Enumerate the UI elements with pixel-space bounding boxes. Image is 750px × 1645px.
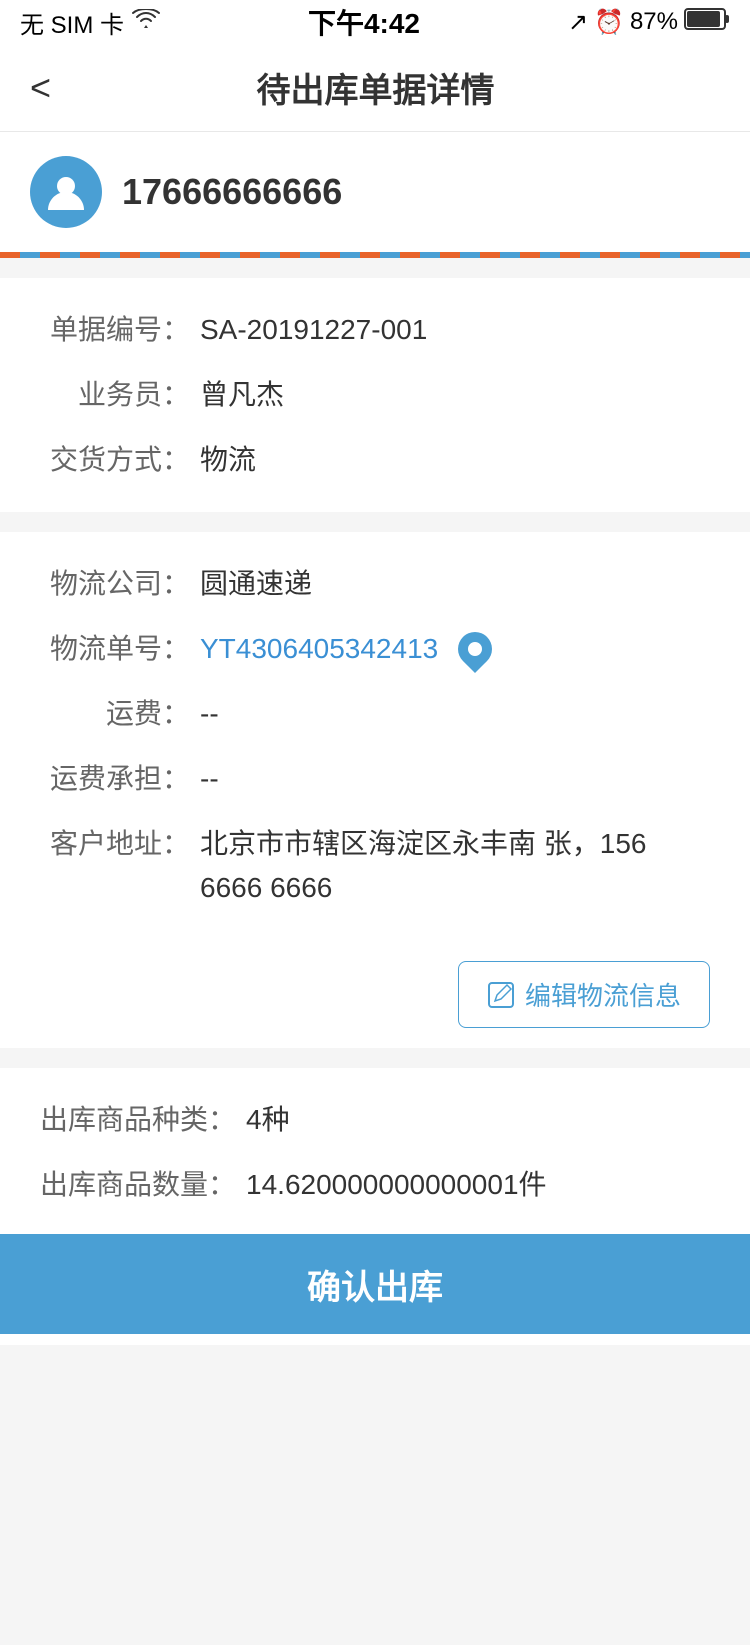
freight-label: 运费： xyxy=(40,692,200,737)
salesperson-value: 曾凡杰 xyxy=(200,373,710,418)
logistics-company-label: 物流公司： xyxy=(40,562,200,607)
logistics-company-row: 物流公司： 圆通速递 xyxy=(40,562,710,607)
status-right: ↗ ⏰ 87% xyxy=(568,8,730,37)
status-left: 无 SIM 卡 xyxy=(20,5,160,40)
address-label: 客户地址： xyxy=(40,822,200,867)
location-pin-icon[interactable] xyxy=(451,625,499,673)
customer-phone: 17666666666 xyxy=(122,171,342,213)
bottom-spacer xyxy=(0,1345,750,1545)
tracking-no-row: 物流单号： YT43064053424​13 xyxy=(40,627,710,672)
freight-value: -- xyxy=(200,692,710,737)
goods-types-label: 出库商品种类： xyxy=(40,1098,246,1143)
back-button[interactable]: < xyxy=(30,57,71,119)
freight-bear-row: 运费承担： -- xyxy=(40,757,710,802)
order-info-section: 单据编号： SA-20191227-001 业务员： 曾凡杰 交货方式： 物流 xyxy=(0,278,750,512)
order-no-value: SA-20191227-001 xyxy=(200,308,710,353)
status-time: 下午4:42 xyxy=(308,2,420,42)
edit-logistics-button[interactable]: 编辑物流信息 xyxy=(458,961,710,1028)
alarm-icon: ⏰ xyxy=(594,8,624,37)
tracking-no-value: YT43064053424​13 xyxy=(200,627,710,672)
battery-icon xyxy=(684,8,730,37)
logistics-section: 物流公司： 圆通速递 物流单号： YT43064053424​13 运费： --… xyxy=(0,532,750,941)
edit-icon xyxy=(487,981,515,1009)
customer-header: 17666666666 xyxy=(0,132,750,252)
address-row: 客户地址： 北京市市辖区海淀区永丰南 张，156 6666 6666 xyxy=(40,822,710,912)
logistics-company-value: 圆通速递 xyxy=(200,562,710,607)
address-value: 北京市市辖区海淀区永丰南 张，156 6666 6666 xyxy=(200,822,710,912)
freight-bear-value: -- xyxy=(200,757,710,802)
tracking-no-label: 物流单号： xyxy=(40,627,200,672)
delivery-row: 交货方式： 物流 xyxy=(40,438,710,483)
carrier-label: 无 SIM 卡 xyxy=(20,5,124,40)
goods-types-value: 4种 xyxy=(246,1098,710,1143)
goods-quantity-label: 出库商品数量： xyxy=(40,1163,246,1208)
location-icon: ↗ xyxy=(568,8,588,37)
wifi-icon xyxy=(132,8,160,36)
salesperson-label: 业务员： xyxy=(40,373,200,418)
goods-section: 出库商品种类： 4种 出库商品数量： 14.620000000000001件 xyxy=(0,1068,750,1238)
freight-bear-label: 运费承担： xyxy=(40,757,200,802)
freight-row: 运费： -- xyxy=(40,692,710,737)
goods-types-row: 出库商品种类： 4种 xyxy=(40,1098,710,1143)
order-no-label: 单据编号： xyxy=(40,308,200,353)
page-title: 待出库单据详情 xyxy=(71,63,680,112)
delivery-label: 交货方式： xyxy=(40,438,200,483)
salesperson-row: 业务员： 曾凡杰 xyxy=(40,373,710,418)
nav-bar: < 待出库单据详情 xyxy=(0,44,750,132)
avatar xyxy=(30,156,102,228)
battery-label: 87% xyxy=(630,8,678,36)
order-no-row: 单据编号： SA-20191227-001 xyxy=(40,308,710,353)
status-bar: 无 SIM 卡 下午4:42 ↗ ⏰ 87% xyxy=(0,0,750,44)
edit-logistics-row: 编辑物流信息 xyxy=(0,941,750,1048)
confirm-button[interactable]: 确认出库 xyxy=(0,1234,750,1334)
goods-quantity-value: 14.620000000000001件 xyxy=(246,1163,710,1208)
delivery-value: 物流 xyxy=(200,438,710,483)
goods-quantity-row: 出库商品数量： 14.620000000000001件 xyxy=(40,1163,710,1208)
